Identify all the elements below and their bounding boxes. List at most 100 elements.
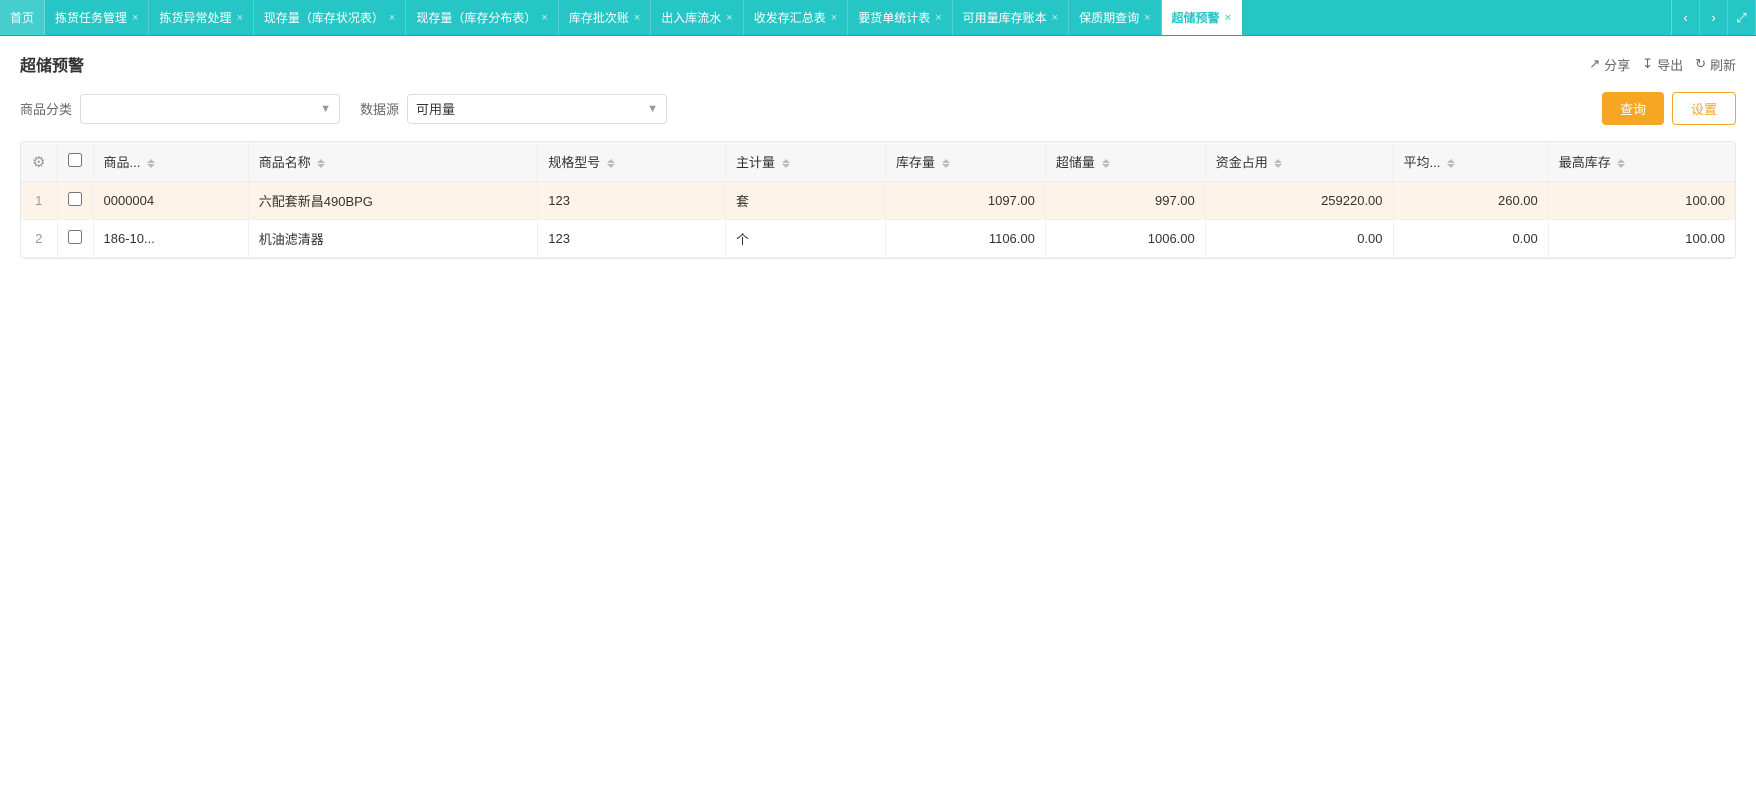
nav-arrows: ‹ › ⤢ <box>1671 0 1756 36</box>
nav-tab-stock-dist[interactable]: 现存量（库存分布表） × <box>406 0 558 35</box>
nav-tab-inout[interactable]: 出入库流水 × <box>651 0 743 35</box>
export-button[interactable]: ↧ 导出 <box>1642 55 1683 74</box>
nav-tab-home[interactable]: 首页 <box>0 0 45 35</box>
sort-icon <box>942 159 950 168</box>
close-icon[interactable]: × <box>1144 12 1150 24</box>
th-unit[interactable]: 主计量 <box>726 142 886 182</box>
th-checkbox <box>57 142 93 182</box>
row-name: 机油滤清器 <box>248 220 538 258</box>
row-avg: 0.00 <box>1393 220 1548 258</box>
filter-category-group: 商品分类 ▼ <box>20 94 340 124</box>
nav-tab-batch[interactable]: 库存批次账 × <box>559 0 651 35</box>
filter-datasource-group: 数据源 可用量 ▼ <box>360 94 667 124</box>
share-icon: ↗ <box>1589 56 1600 72</box>
row-stock: 1106.00 <box>885 220 1045 258</box>
nav-tab-quality[interactable]: 保质期查询 × <box>1069 0 1161 35</box>
table-header-row: ⚙ 商品... 商品名称 <box>21 142 1735 182</box>
close-icon[interactable]: × <box>1052 12 1058 24</box>
share-button[interactable]: ↗ 分享 <box>1589 55 1630 74</box>
nav-tab-overstock[interactable]: 超储预警 × <box>1162 0 1242 35</box>
row-num: 1 <box>21 182 57 220</box>
row-over: 1006.00 <box>1045 220 1205 258</box>
th-name[interactable]: 商品名称 <box>248 142 538 182</box>
close-icon[interactable]: × <box>634 12 640 24</box>
row-max: 100.00 <box>1548 182 1735 220</box>
refresh-button[interactable]: ↻ 刷新 <box>1695 55 1736 74</box>
row-code: 186-10... <box>93 220 248 258</box>
gear-icon[interactable]: ⚙ <box>32 154 45 171</box>
sort-icon <box>1617 159 1625 168</box>
close-icon[interactable]: × <box>541 12 547 24</box>
sort-icon <box>147 159 155 168</box>
page-header: 超储预警 ↗ 分享 ↧ 导出 ↻ 刷新 <box>20 52 1736 76</box>
nav-arrow-left[interactable]: ‹ <box>1672 0 1700 36</box>
row-unit: 个 <box>726 220 886 258</box>
nav-tab-summary[interactable]: 收发存汇总表 × <box>744 0 848 35</box>
nav-arrow-right[interactable]: › <box>1700 0 1728 36</box>
nav-tab-abnormal[interactable]: 拣货异常处理 × <box>149 0 253 35</box>
header-actions: ↗ 分享 ↧ 导出 ↻ 刷新 <box>1589 55 1736 74</box>
row-spec: 123 <box>538 182 726 220</box>
datasource-label: 数据源 <box>360 99 399 118</box>
table-row: 1 0000004 六配套新昌490BPG 123 套 1097.00 997.… <box>21 182 1735 220</box>
top-nav: 首页 拣货任务管理 × 拣货异常处理 × 现存量（库存状况表） × 现存量（库存… <box>0 0 1756 36</box>
filter-actions: 查询 设置 <box>1602 92 1736 125</box>
th-capital[interactable]: 资金占用 <box>1205 142 1393 182</box>
nav-tab-available[interactable]: 可用量库存账本 × <box>953 0 1069 35</box>
table-row: 2 186-10... 机油滤清器 123 个 1106.00 1006.00 … <box>21 220 1735 258</box>
row-spec: 123 <box>538 220 726 258</box>
row-checkbox-cell <box>57 182 93 220</box>
chevron-down-icon: ▼ <box>320 103 331 115</box>
refresh-icon: ↻ <box>1695 56 1706 72</box>
sort-icon <box>782 159 790 168</box>
sort-icon <box>1102 159 1110 168</box>
close-icon[interactable]: × <box>236 12 242 24</box>
close-icon[interactable]: × <box>132 12 138 24</box>
row-checkbox[interactable] <box>68 230 82 244</box>
row-checkbox[interactable] <box>68 192 82 206</box>
page-title: 超储预警 <box>20 52 84 76</box>
row-name: 六配套新昌490BPG <box>248 182 538 220</box>
row-code: 0000004 <box>93 182 248 220</box>
th-stock[interactable]: 库存量 <box>885 142 1045 182</box>
th-spec[interactable]: 规格型号 <box>538 142 726 182</box>
sort-icon <box>1447 159 1455 168</box>
page-content: 超储预警 ↗ 分享 ↧ 导出 ↻ 刷新 商品分类 ▼ 数据源 <box>0 36 1756 800</box>
nav-tab-stock-status[interactable]: 现存量（库存状况表） × <box>254 0 406 35</box>
row-unit: 套 <box>726 182 886 220</box>
row-num: 2 <box>21 220 57 258</box>
nav-expand[interactable]: ⤢ <box>1728 0 1756 36</box>
row-stock: 1097.00 <box>885 182 1045 220</box>
row-avg: 260.00 <box>1393 182 1548 220</box>
category-label: 商品分类 <box>20 99 72 118</box>
row-capital: 259220.00 <box>1205 182 1393 220</box>
close-icon[interactable]: × <box>935 12 941 24</box>
sort-icon <box>1274 159 1282 168</box>
category-select[interactable]: ▼ <box>80 94 340 124</box>
th-max[interactable]: 最高库存 <box>1548 142 1735 182</box>
data-table: ⚙ 商品... 商品名称 <box>20 141 1736 259</box>
filter-area: 商品分类 ▼ 数据源 可用量 ▼ 查询 设置 <box>20 92 1736 125</box>
row-over: 997.00 <box>1045 182 1205 220</box>
th-settings: ⚙ <box>21 142 57 182</box>
close-icon[interactable]: × <box>726 12 732 24</box>
sort-icon <box>607 159 615 168</box>
th-code[interactable]: 商品... <box>93 142 248 182</box>
close-icon[interactable]: × <box>1225 12 1231 24</box>
query-button[interactable]: 查询 <box>1602 92 1664 125</box>
nav-tab-task[interactable]: 拣货任务管理 × <box>45 0 149 35</box>
close-icon[interactable]: × <box>389 12 395 24</box>
datasource-value: 可用量 <box>416 99 455 118</box>
nav-tab-requisition[interactable]: 要货单统计表 × <box>848 0 952 35</box>
close-icon[interactable]: × <box>831 12 837 24</box>
row-max: 100.00 <box>1548 220 1735 258</box>
th-avg[interactable]: 平均... <box>1393 142 1548 182</box>
datasource-select[interactable]: 可用量 ▼ <box>407 94 667 124</box>
settings-button[interactable]: 设置 <box>1672 92 1736 125</box>
chevron-down-icon: ▼ <box>647 103 658 115</box>
row-capital: 0.00 <box>1205 220 1393 258</box>
sort-icon <box>317 159 325 168</box>
export-icon: ↧ <box>1642 56 1653 72</box>
th-over[interactable]: 超储量 <box>1045 142 1205 182</box>
select-all-checkbox[interactable] <box>68 153 82 167</box>
